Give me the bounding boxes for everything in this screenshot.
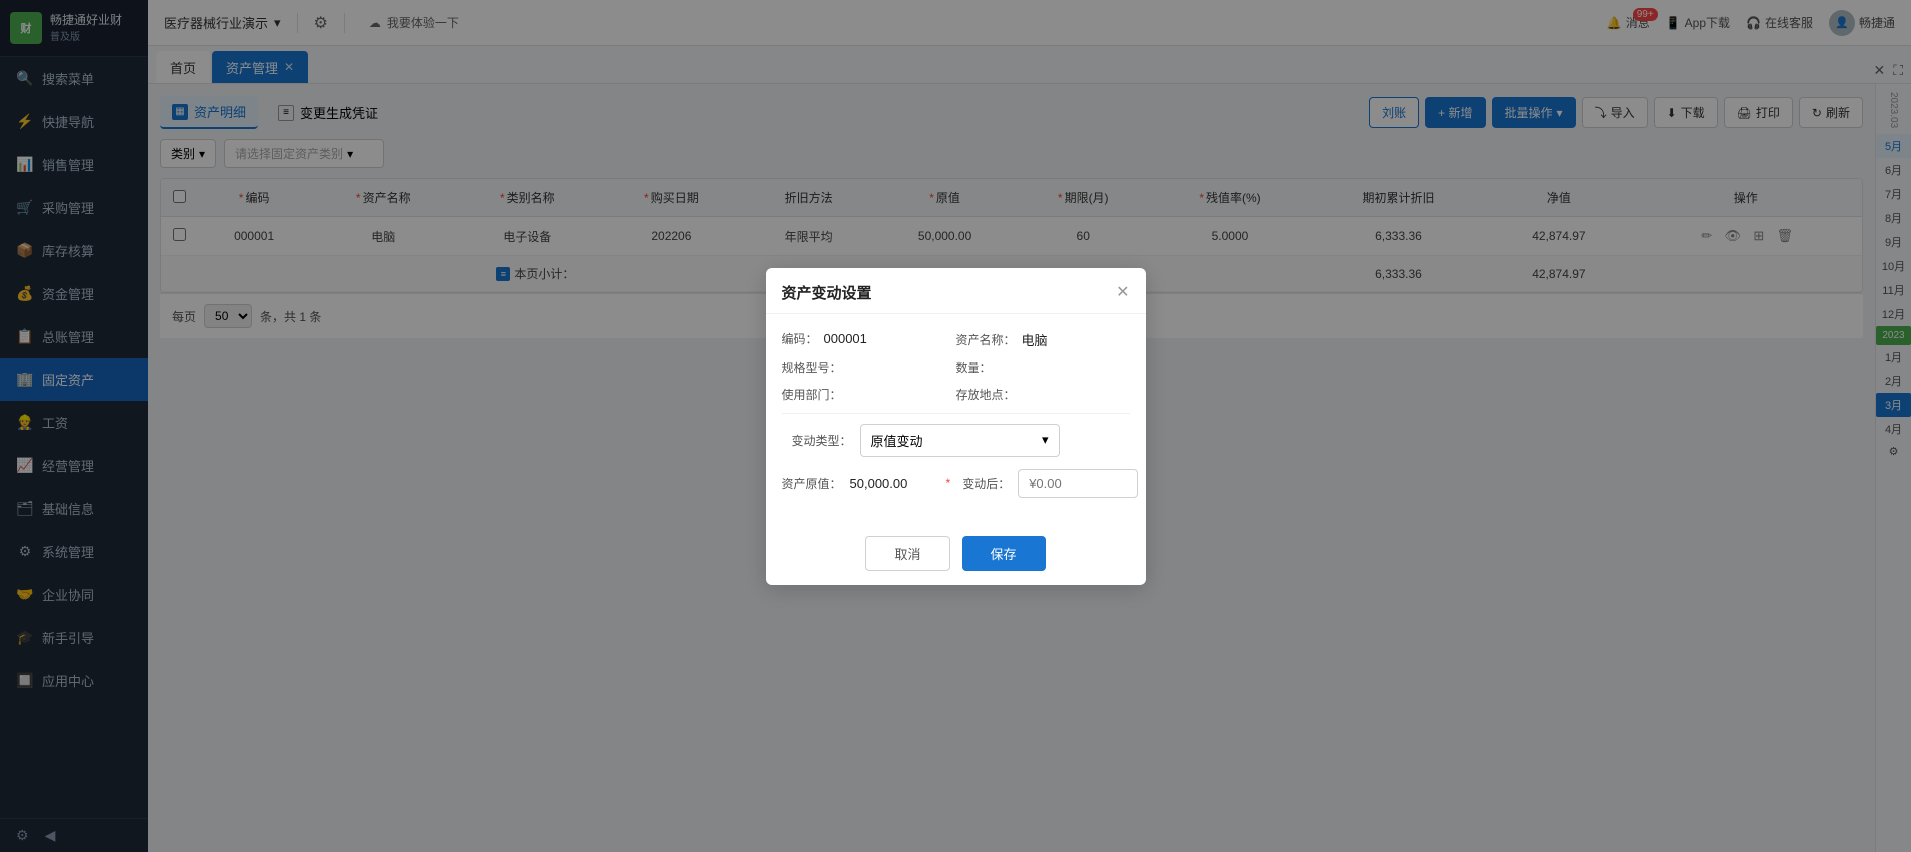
dialog-location-field: 存放地点： (956, 386, 1130, 403)
dialog-overlay: 资产变动设置 ✕ 编码： 000001 资产名称： 电脑 (0, 0, 1911, 852)
dialog-close-btn[interactable]: ✕ (1116, 282, 1129, 302)
required-mark: * (946, 476, 951, 490)
asset-value-display: 50,000.00 (850, 476, 930, 491)
dialog-header: 资产变动设置 ✕ (766, 268, 1146, 314)
dialog-spec-label: 规格型号： (782, 359, 842, 376)
dialog-location-label: 存放地点： (956, 386, 1016, 403)
asset-value-label: 资产原值： (782, 475, 842, 492)
after-change-label: 变动后： (962, 475, 1010, 492)
dialog-name-field: 资产名称： 电脑 (956, 330, 1130, 349)
after-change-input[interactable] (1018, 469, 1138, 498)
dialog-divider (782, 413, 1130, 414)
dialog-code-label: 编码： (782, 330, 818, 347)
change-type-dropdown-icon: ▾ (1042, 432, 1049, 448)
dialog-info-row1: 编码： 000001 资产名称： 电脑 (782, 330, 1130, 349)
dialog-dept-field: 使用部门： (782, 386, 956, 403)
dialog-code-value: 000001 (824, 331, 867, 346)
dialog-quantity-field: 数量： (956, 359, 1130, 376)
dialog-title: 资产变动设置 (782, 282, 872, 303)
dialog-info-row3: 使用部门： 存放地点： (782, 386, 1130, 403)
dialog-spec-field: 规格型号： (782, 359, 956, 376)
asset-change-dialog: 资产变动设置 ✕ 编码： 000001 资产名称： 电脑 (766, 268, 1146, 585)
change-type-select[interactable]: 原值变动 ▾ (860, 424, 1060, 457)
dialog-asset-name-value: 电脑 (1022, 330, 1048, 349)
dialog-asset-name-label: 资产名称： (956, 331, 1016, 348)
change-type-value: 原值变动 (871, 431, 923, 450)
dialog-dept-label: 使用部门： (782, 386, 842, 403)
asset-value-row: 资产原值： 50,000.00 * 变动后： (782, 469, 1130, 498)
dialog-body: 编码： 000001 资产名称： 电脑 规格型号： (766, 314, 1146, 526)
save-button[interactable]: 保存 (962, 536, 1046, 571)
change-type-label: 变动类型： (782, 432, 852, 449)
dialog-footer: 取消 保存 (766, 526, 1146, 585)
change-type-row: 变动类型： 原值变动 ▾ (782, 424, 1130, 457)
cancel-button[interactable]: 取消 (865, 536, 949, 571)
dialog-info-row2: 规格型号： 数量： (782, 359, 1130, 376)
dialog-quantity-label: 数量： (956, 359, 992, 376)
dialog-code-field: 编码： 000001 (782, 330, 956, 349)
